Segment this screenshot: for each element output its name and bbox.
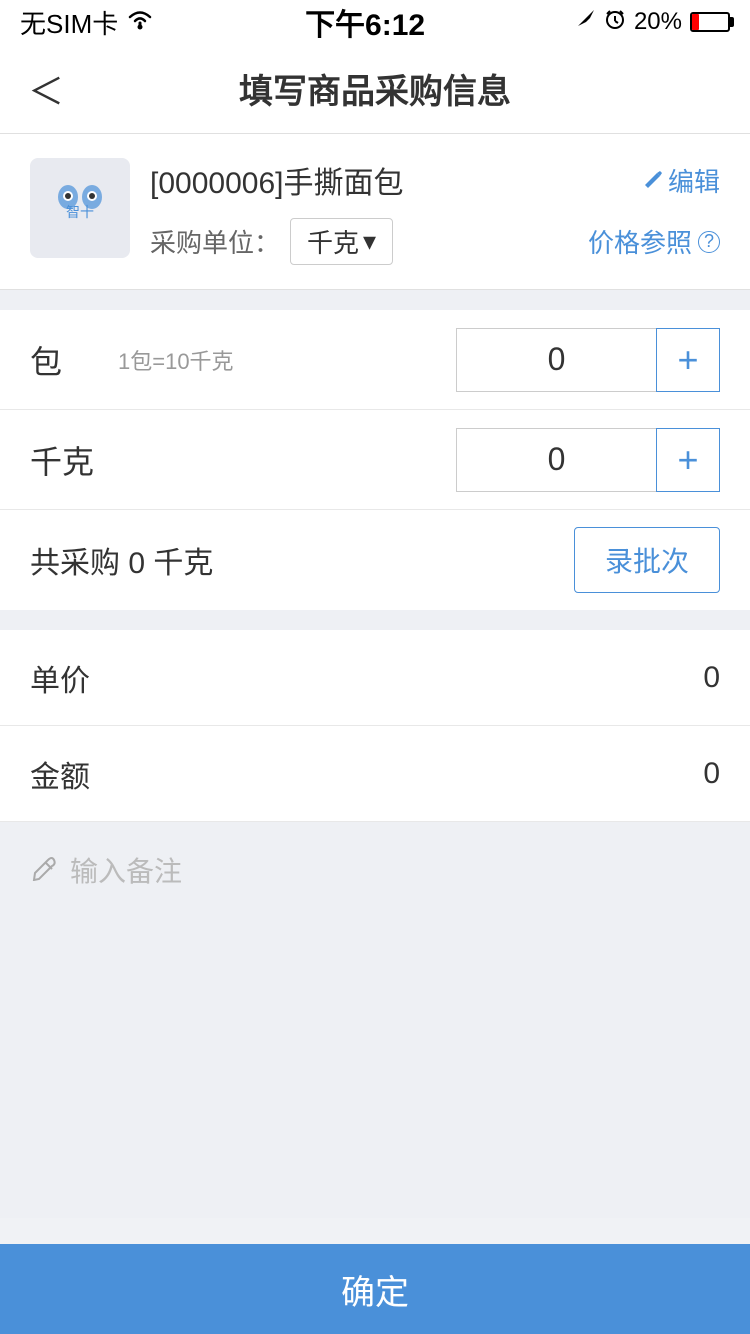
back-button[interactable]: ＜ bbox=[28, 63, 64, 115]
edit-button[interactable]: 编辑 bbox=[642, 162, 720, 199]
amount-value: 0 bbox=[703, 757, 720, 791]
bag-label: 包 bbox=[30, 337, 110, 383]
location-icon bbox=[576, 8, 596, 37]
note-icon bbox=[30, 853, 58, 888]
batch-button[interactable]: 录批次 bbox=[574, 527, 720, 593]
price-section: 单价 0 金额 0 bbox=[0, 630, 750, 822]
confirm-button-label: 确定 bbox=[341, 1265, 409, 1314]
total-label: 共采购 0 千克 bbox=[30, 538, 213, 582]
kg-input-control: + bbox=[456, 428, 720, 492]
product-name: [0000006]手撕面包 bbox=[150, 158, 403, 202]
alarm-icon bbox=[604, 8, 626, 37]
total-row: 共采购 0 千克 录批次 bbox=[0, 510, 750, 610]
content: 智十 [0000006]手撕面包 编辑 bbox=[0, 134, 750, 1218]
bag-plus-button[interactable]: + bbox=[656, 328, 720, 392]
product-info: [0000006]手撕面包 编辑 采购单位： 千克 ▾ bbox=[150, 158, 720, 265]
carrier-text: 无SIM卡 bbox=[20, 4, 118, 41]
kg-input-field[interactable] bbox=[456, 428, 656, 492]
unit-price-label: 单价 bbox=[30, 656, 90, 700]
nav-bar: ＜ 填写商品采购信息 bbox=[0, 44, 750, 134]
status-left: 无SIM卡 bbox=[20, 4, 154, 41]
dropdown-icon: ▾ bbox=[363, 226, 376, 257]
note-section[interactable]: 输入备注 bbox=[0, 822, 750, 918]
status-right: 20% bbox=[576, 8, 730, 37]
section-divider-1 bbox=[0, 290, 750, 310]
bag-sublabel: 1包=10千克 bbox=[118, 344, 456, 376]
product-card: 智十 [0000006]手撕面包 编辑 bbox=[0, 134, 750, 290]
info-icon: ? bbox=[698, 231, 720, 253]
battery-icon bbox=[690, 12, 730, 32]
note-placeholder: 输入备注 bbox=[70, 850, 182, 890]
kg-label: 千克 bbox=[30, 437, 110, 483]
unit-select[interactable]: 千克 ▾ bbox=[290, 218, 393, 265]
empty-space bbox=[0, 918, 750, 1218]
amount-label: 金额 bbox=[30, 752, 90, 796]
amount-row: 金额 0 bbox=[0, 726, 750, 822]
page-title: 填写商品采购信息 bbox=[239, 64, 511, 113]
product-image: 智十 bbox=[30, 158, 130, 258]
bag-input-field[interactable] bbox=[456, 328, 656, 392]
section-divider-2 bbox=[0, 610, 750, 630]
unit-price-value: 0 bbox=[703, 661, 720, 695]
status-time: 下午6:12 bbox=[305, 0, 425, 44]
status-bar: 无SIM卡 下午6:12 20% bbox=[0, 0, 750, 44]
confirm-button[interactable]: 确定 bbox=[0, 1244, 750, 1334]
battery-percentage: 20% bbox=[634, 8, 682, 36]
kg-plus-button[interactable]: + bbox=[656, 428, 720, 492]
bag-input-row: 包 1包=10千克 + bbox=[0, 310, 750, 410]
unit-prefix-label: 采购单位： bbox=[150, 223, 280, 260]
product-logo: 智十 bbox=[40, 162, 120, 254]
wifi-icon bbox=[126, 7, 154, 38]
unit-price-row: 单价 0 bbox=[0, 630, 750, 726]
bag-input-control: + bbox=[456, 328, 720, 392]
price-ref-button[interactable]: 价格参照 ? bbox=[588, 223, 720, 260]
kg-input-row: 千克 + bbox=[0, 410, 750, 510]
input-section: 包 1包=10千克 + 千克 + 共采购 0 千克 录批次 bbox=[0, 310, 750, 610]
